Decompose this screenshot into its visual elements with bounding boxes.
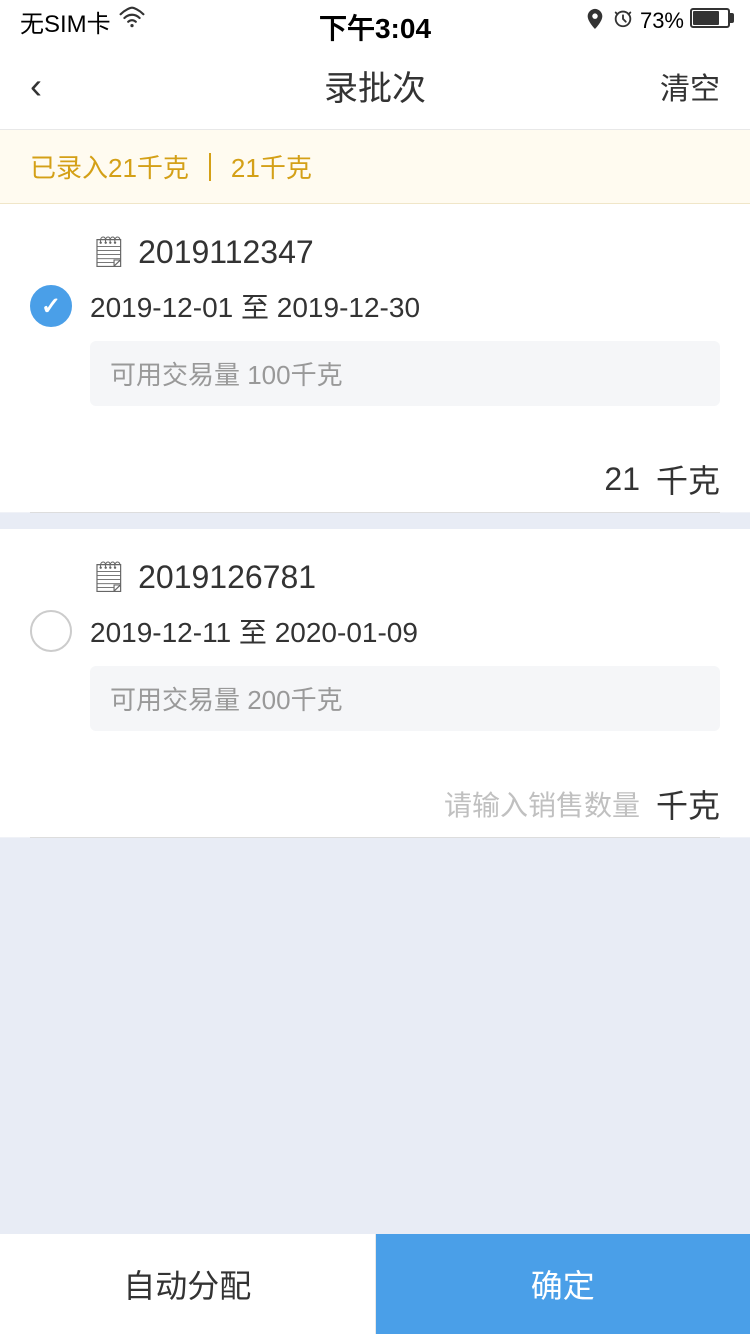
nav-bar: ‹ 录批次 清空 <box>0 42 750 130</box>
alarm-icon <box>612 7 634 35</box>
batch-id-row-2: 🗒 2019126781 <box>90 559 720 596</box>
confirm-button[interactable]: 确定 <box>376 1234 750 1334</box>
batch-qty-row-2: 可用交易量 200千克 <box>90 666 720 731</box>
batch-date-row-2[interactable]: 2019-12-11 至 2020-01-09 <box>30 610 720 652</box>
batch-doc-icon-2: 🗒 <box>90 560 128 595</box>
page-title: 录批次 <box>324 61 426 110</box>
batch-id-row-1: 🗒 2019112347 <box>90 234 720 271</box>
wifi-icon <box>119 5 145 38</box>
back-button[interactable]: ‹ <box>30 68 42 104</box>
batch-card-2: 🗒 2019126781 2019-12-11 至 2020-01-09 可用交… <box>0 529 750 761</box>
footer: 自动分配 确定 <box>0 1234 750 1334</box>
batch-card-1: 🗒 2019112347 2019-12-01 至 2019-12-30 可用交… <box>0 204 750 436</box>
clear-button[interactable]: 清空 <box>660 64 720 108</box>
auto-distribute-button[interactable]: 自动分配 <box>0 1234 376 1334</box>
qty-input-row-1: 千克 <box>0 436 750 512</box>
battery-percent: 73% <box>640 8 684 34</box>
radio-unchecked-2[interactable] <box>30 610 72 652</box>
batch-qty-label-2: 可用交易量 200千克 <box>110 685 343 715</box>
batch-id-2: 2019126781 <box>138 559 316 596</box>
qty-unit-1: 千克 <box>656 456 720 502</box>
qty-input-row-2: 千克 <box>0 761 750 837</box>
qty-input-2[interactable] <box>440 786 640 823</box>
battery-icon <box>690 8 730 34</box>
recorded-label: 已录入21千克 <box>30 148 189 185</box>
banner-divider <box>209 153 211 181</box>
batch-qty-label-1: 可用交易量 100千克 <box>110 360 343 390</box>
amount-label: 21千克 <box>231 148 312 185</box>
batch-id-1: 2019112347 <box>138 234 314 271</box>
batch-date-row-1[interactable]: 2019-12-01 至 2019-12-30 <box>30 285 720 327</box>
batch-date-2: 2019-12-11 至 2020-01-09 <box>90 611 418 651</box>
batch-date-1: 2019-12-01 至 2019-12-30 <box>90 286 420 326</box>
location-icon <box>584 7 606 35</box>
status-time: 下午3:04 <box>319 7 431 47</box>
status-left: 无SIM卡 <box>20 4 145 39</box>
bottom-area <box>0 838 750 1258</box>
carrier-text: 无SIM卡 <box>20 4 111 39</box>
status-bar: 无SIM卡 下午3:04 73% <box>0 0 750 42</box>
batch-doc-icon-1: 🗒 <box>90 235 128 270</box>
info-banner: 已录入21千克 21千克 <box>0 130 750 204</box>
card-divider <box>0 513 750 529</box>
batch-qty-row-1: 可用交易量 100千克 <box>90 341 720 406</box>
qty-input-1[interactable] <box>440 461 640 498</box>
radio-checked-1[interactable] <box>30 285 72 327</box>
status-right: 73% <box>584 7 730 35</box>
qty-unit-2: 千克 <box>656 781 720 827</box>
